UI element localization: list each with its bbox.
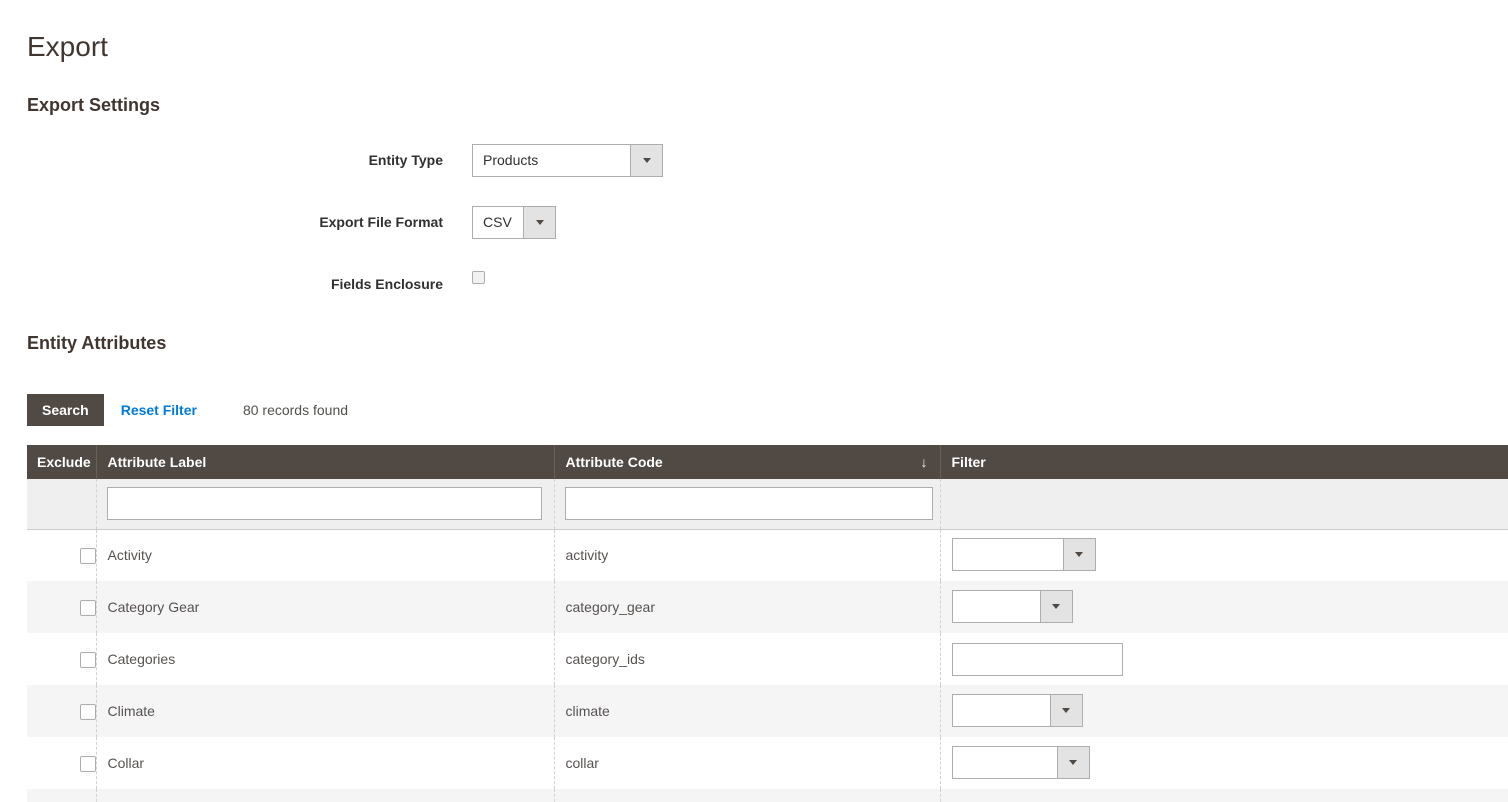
exclude-checkbox[interactable] [79, 703, 96, 720]
fields-enclosure-label: Fields Enclosure [330, 276, 443, 292]
row-filter-selected-value [953, 747, 1057, 778]
entity-type-select[interactable]: Products [472, 144, 663, 177]
attribute-label-cell: Categories [95, 633, 554, 685]
export-settings-heading: Export Settings [27, 95, 161, 115]
table-row: Activity activity [27, 529, 1508, 581]
entity-type-dropdown-button[interactable] [630, 145, 662, 176]
attribute-code-cell: collar [553, 737, 940, 789]
exclude-checkbox[interactable] [79, 755, 96, 772]
chevron-down-icon [642, 158, 651, 163]
table-row: Categories category_ids [27, 633, 1508, 685]
row-filter-selected-value [953, 539, 1063, 570]
row-filter-selected-value [953, 591, 1040, 622]
export-settings-form: Entity Type Products Export File Format … [0, 144, 1508, 301]
sort-arrow-icon: ↓ [920, 454, 928, 470]
attribute-code-filter-input[interactable] [564, 487, 933, 521]
attribute-label-cell: Collar [95, 737, 554, 789]
search-button[interactable]: Search [27, 394, 104, 426]
row-filter-select[interactable] [951, 745, 1090, 779]
attribute-label-cell: Climate [95, 685, 554, 737]
row-filter-selected-value [953, 695, 1050, 726]
row-filter-dropdown-button[interactable] [1049, 694, 1082, 726]
column-header-attribute-code[interactable]: Attribute Code ↓ [553, 445, 940, 479]
row-filter-dropdown-button[interactable] [1056, 746, 1089, 778]
records-found-text: 80 records found [242, 402, 349, 418]
table-row: Climate climate [27, 685, 1508, 737]
entity-type-row: Entity Type Products [0, 144, 1508, 177]
column-header-exclude: Exclude [27, 445, 96, 479]
export-file-format-label: Export File Format [319, 214, 443, 230]
chevron-down-icon [1062, 707, 1070, 713]
attribute-label-filter-input[interactable] [106, 487, 542, 521]
attribute-label-cell: Category Gear [95, 581, 554, 633]
table-row: Collar collar [27, 737, 1508, 789]
column-header-attribute-code-text: Attribute Code [565, 454, 663, 470]
column-header-attribute-label[interactable]: Attribute Label [95, 445, 554, 479]
attribute-code-cell: climate [553, 685, 940, 737]
row-filter-dropdown-button[interactable] [1039, 590, 1072, 622]
row-filter-select[interactable] [951, 693, 1083, 727]
grid-toolbar: Search Reset Filter 80 records found [27, 394, 1508, 426]
export-file-format-dropdown-button[interactable] [523, 207, 555, 238]
filter-cell-exclude [27, 479, 96, 530]
grid-filter-row [27, 479, 1508, 530]
table-row: Category Gear category_gear [27, 581, 1508, 633]
export-file-format-select[interactable]: CSV [472, 206, 556, 239]
entity-attributes-grid: Exclude Attribute Label Attribute Code ↓… [27, 445, 1508, 802]
chevron-down-icon [535, 220, 544, 225]
filter-cell-filter [939, 479, 1508, 530]
attribute-code-cell: activity [553, 529, 940, 581]
row-filter-dropdown-button[interactable] [1062, 538, 1095, 570]
page-title: Export [27, 31, 108, 62]
exclude-checkbox[interactable] [79, 599, 96, 616]
export-file-format-row: Export File Format CSV [0, 206, 1508, 239]
entity-type-selected-value: Products [483, 152, 539, 168]
row-filter-input[interactable] [951, 642, 1123, 676]
reset-filter-link[interactable]: Reset Filter [121, 402, 197, 418]
attribute-code-cell: category_gear [553, 581, 940, 633]
fields-enclosure-checkbox[interactable] [472, 271, 485, 284]
grid-header-row: Exclude Attribute Label Attribute Code ↓… [27, 445, 1508, 479]
chevron-down-icon [1052, 603, 1060, 609]
column-header-filter: Filter [939, 445, 1508, 479]
table-row [27, 789, 1508, 802]
chevron-down-icon [1075, 551, 1083, 557]
row-filter-select[interactable] [951, 589, 1073, 623]
attribute-label-cell: Activity [95, 529, 554, 581]
exclude-checkbox[interactable] [79, 651, 96, 668]
filter-cell-attribute-code [553, 479, 940, 530]
row-filter-select[interactable] [951, 537, 1096, 571]
export-file-format-selected-value: CSV [483, 214, 512, 230]
filter-cell-attribute-label [95, 479, 554, 530]
chevron-down-icon [1069, 759, 1077, 765]
fields-enclosure-row: Fields Enclosure [0, 268, 1508, 301]
exclude-checkbox[interactable] [79, 547, 96, 564]
attribute-code-cell: category_ids [553, 633, 940, 685]
entity-attributes-heading: Entity Attributes [27, 333, 167, 353]
entity-type-label: Entity Type [368, 152, 443, 168]
